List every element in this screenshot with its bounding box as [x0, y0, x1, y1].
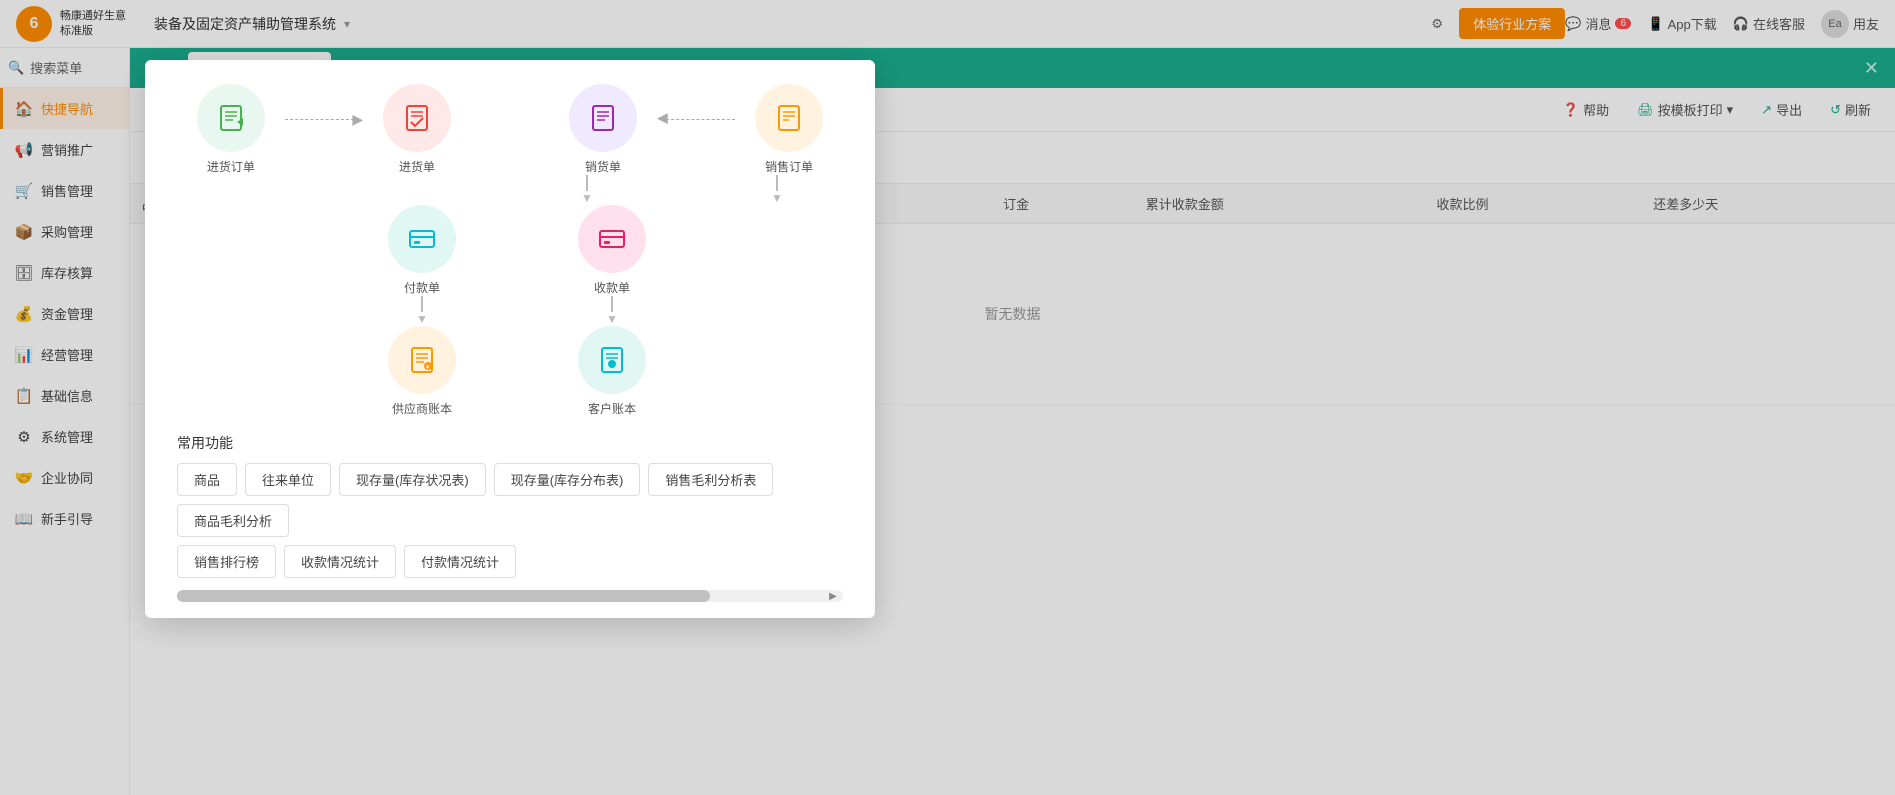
cf-btn-sales-rank[interactable]: 销售排行榜	[177, 545, 276, 578]
node-purchase-order[interactable]: 进货订单	[177, 84, 285, 175]
scroll-next-button[interactable]: ▶	[823, 590, 843, 602]
purchase-order-label: 进货订单	[207, 158, 255, 175]
node-supplier-account[interactable]: ¥ 供应商账本	[367, 326, 477, 417]
purchase-order-icon	[197, 84, 265, 152]
workflow-diagram: 进货订单 ▶ 进货单	[177, 84, 843, 417]
common-functions-title: 常用功能	[177, 433, 843, 453]
cf-btn-sales-margin[interactable]: 销售毛利分析表	[648, 463, 773, 496]
customer-account-label: 客户账本	[588, 400, 636, 417]
payment-bill-label: 付款单	[404, 279, 440, 296]
scroll-thumb	[177, 590, 710, 602]
common-functions-row1: 商品 往来单位 现存量(库存状况表) 现存量(库存分布表) 销售毛利分析表 商品…	[177, 463, 843, 537]
payment-bill-icon	[388, 205, 456, 273]
sales-order-label: 销售订单	[765, 158, 813, 175]
node-purchase-bill[interactable]: 进货单	[363, 84, 471, 175]
cf-btn-payment-stats[interactable]: 付款情况统计	[404, 545, 516, 578]
purchase-bill-label: 进货单	[399, 158, 435, 175]
node-receipt-bill[interactable]: 收款单	[557, 205, 667, 296]
node-payment-bill[interactable]: 付款单	[367, 205, 477, 296]
arrow-order-to-bill: ▶	[657, 111, 735, 148]
node-sales-order[interactable]: 销售订单	[735, 84, 843, 175]
supplier-account-label: 供应商账本	[392, 400, 452, 417]
common-functions-section: 常用功能 商品 往来单位 现存量(库存状况表) 现存量(库存分布表) 销售毛利分…	[177, 433, 843, 578]
workflow-modal: 进货订单 ▶ 进货单	[145, 60, 875, 618]
receipt-bill-label: 收款单	[594, 279, 630, 296]
receipt-bill-icon	[578, 205, 646, 273]
cf-btn-product[interactable]: 商品	[177, 463, 237, 496]
arrow-purchase-to-bill: ▶	[285, 111, 363, 148]
cf-btn-inventory-status[interactable]: 现存量(库存状况表)	[339, 463, 486, 496]
cf-btn-receipt-stats[interactable]: 收款情况统计	[284, 545, 396, 578]
supplier-account-icon: ¥	[388, 326, 456, 394]
node-sales-bill[interactable]: 销货单	[549, 84, 657, 175]
purchase-bill-icon	[383, 84, 451, 152]
customer-account-icon	[578, 326, 646, 394]
sales-bill-icon	[569, 84, 637, 152]
cf-btn-partners[interactable]: 往来单位	[245, 463, 331, 496]
node-customer-account[interactable]: 客户账本	[557, 326, 667, 417]
cf-btn-inventory-dist[interactable]: 现存量(库存分布表)	[494, 463, 641, 496]
cf-btn-product-margin[interactable]: 商品毛利分析	[177, 504, 289, 537]
common-functions-row2: 销售排行榜 收款情况统计 付款情况统计	[177, 545, 843, 578]
modal-overlay: 进货订单 ▶ 进货单	[0, 0, 1895, 795]
sales-order-icon	[755, 84, 823, 152]
sales-bill-label: 销货单	[585, 158, 621, 175]
modal-scrollbar[interactable]: ▶	[177, 590, 843, 602]
